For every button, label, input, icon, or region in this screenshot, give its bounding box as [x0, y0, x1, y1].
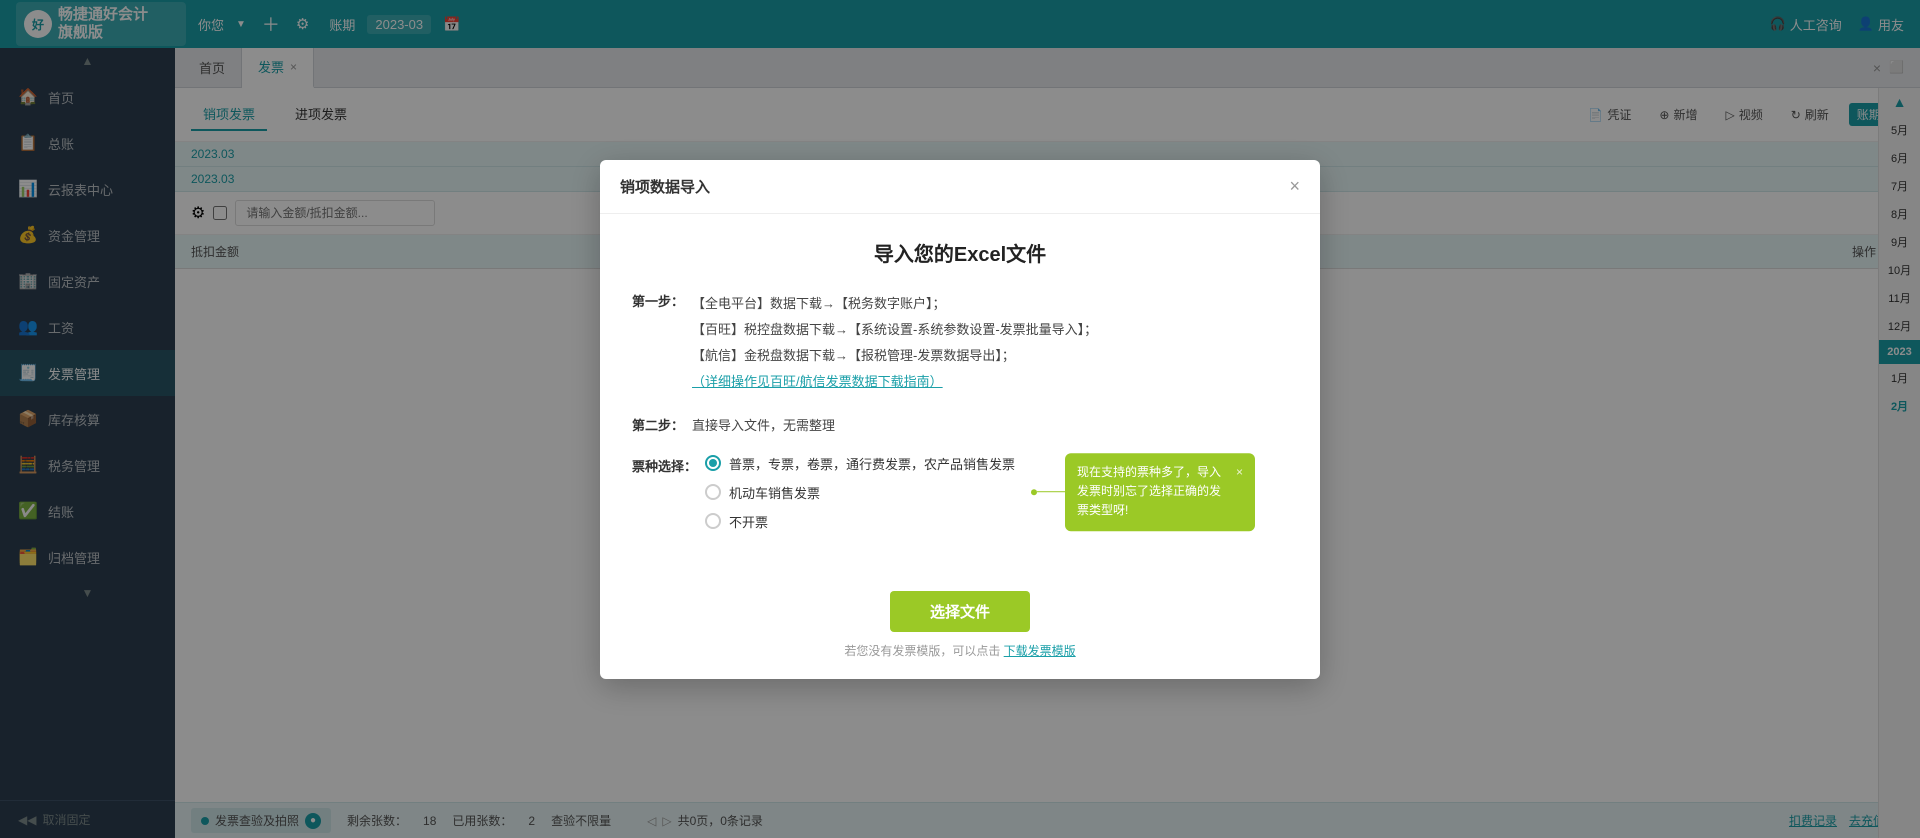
step1-link[interactable]: （详细操作见百旺/航信发票数据下载指南） — [692, 369, 1097, 395]
step2-section: 第二步： 直接导入文件，无需整理 — [632, 415, 1288, 434]
select-file-btn[interactable]: 选择文件 — [890, 591, 1030, 632]
radio-no-invoice-circle — [705, 513, 721, 529]
radio-group: 普票，专票，卷票，通行费发票，农产品销售发票 机动车销售发票 现在 — [705, 454, 1015, 531]
ticket-label: 票种选择： — [632, 454, 697, 475]
download-template-link[interactable]: 下载发票模版 — [1004, 644, 1076, 658]
modal-title: 销项数据导入 — [620, 176, 710, 197]
modal-footer: 选择文件 若您没有发票模版，可以点击 下载发票模版 — [600, 575, 1320, 679]
import-modal: 销项数据导入 × 导入您的Excel文件 第一步： 【全电平台】数据下载→【税务… — [600, 160, 1320, 679]
step1-label: 第一步： — [632, 291, 684, 310]
step1-line3: 【航信】金税盘数据下载→【报税管理-发票数据导出】； — [692, 343, 1097, 369]
tooltip-connector: 现在支持的票种多了，导入发票时别忘了选择正确的发票类型呀! × — [1031, 453, 1255, 531]
tooltip-bubble: 现在支持的票种多了，导入发票时别忘了选择正确的发票类型呀! × — [1065, 453, 1255, 531]
radio-general-circle — [705, 455, 721, 471]
step1-section: 第一步： 【全电平台】数据下载→【税务数字账户】； 【百旺】税控盘数据下载→【系… — [632, 291, 1288, 395]
step1-line1: 【全电平台】数据下载→【税务数字账户】； — [692, 291, 1097, 317]
radio-motor[interactable]: 机动车销售发票 现在支持的票种多了，导入发票时别忘了选择正确的发票类型呀! × — [705, 483, 1015, 502]
radio-general-dot — [709, 459, 717, 467]
radio-general[interactable]: 普票，专票，卷票，通行费发票，农产品销售发票 — [705, 454, 1015, 473]
radio-general-label: 普票，专票，卷票，通行费发票，农产品销售发票 — [729, 454, 1015, 473]
modal-main-title: 导入您的Excel文件 — [632, 238, 1288, 267]
download-template-row: 若您没有发票模版，可以点击 下载发票模版 — [844, 642, 1075, 659]
modal-header: 销项数据导入 × — [600, 160, 1320, 214]
step2-text: 直接导入文件，无需整理 — [692, 415, 835, 434]
download-hint: 若您没有发票模版，可以点击 — [844, 644, 1000, 658]
modal-body: 导入您的Excel文件 第一步： 【全电平台】数据下载→【税务数字账户】； 【百… — [600, 214, 1320, 575]
radio-no-invoice[interactable]: 不开票 — [705, 512, 1015, 531]
tooltip-line — [1037, 492, 1065, 493]
modal-overlay: 销项数据导入 × 导入您的Excel文件 第一步： 【全电平台】数据下载→【税务… — [0, 0, 1920, 838]
radio-motor-circle — [705, 484, 721, 500]
modal-close-btn[interactable]: × — [1289, 176, 1300, 197]
step2-label: 第二步： — [632, 415, 684, 434]
radio-no-invoice-label: 不开票 — [729, 512, 768, 531]
tooltip-text: 现在支持的票种多了，导入发票时别忘了选择正确的发票类型呀! — [1077, 463, 1232, 521]
ticket-section: 票种选择： 普票，专票，卷票，通行费发票，农产品销售发票 机动车销售 — [632, 454, 1288, 531]
step1-line2: 【百旺】税控盘数据下载→【系统设置-系统参数设置-发票批量导入】； — [692, 317, 1097, 343]
tooltip-close-btn[interactable]: × — [1236, 463, 1243, 482]
radio-motor-label: 机动车销售发票 — [729, 483, 820, 502]
